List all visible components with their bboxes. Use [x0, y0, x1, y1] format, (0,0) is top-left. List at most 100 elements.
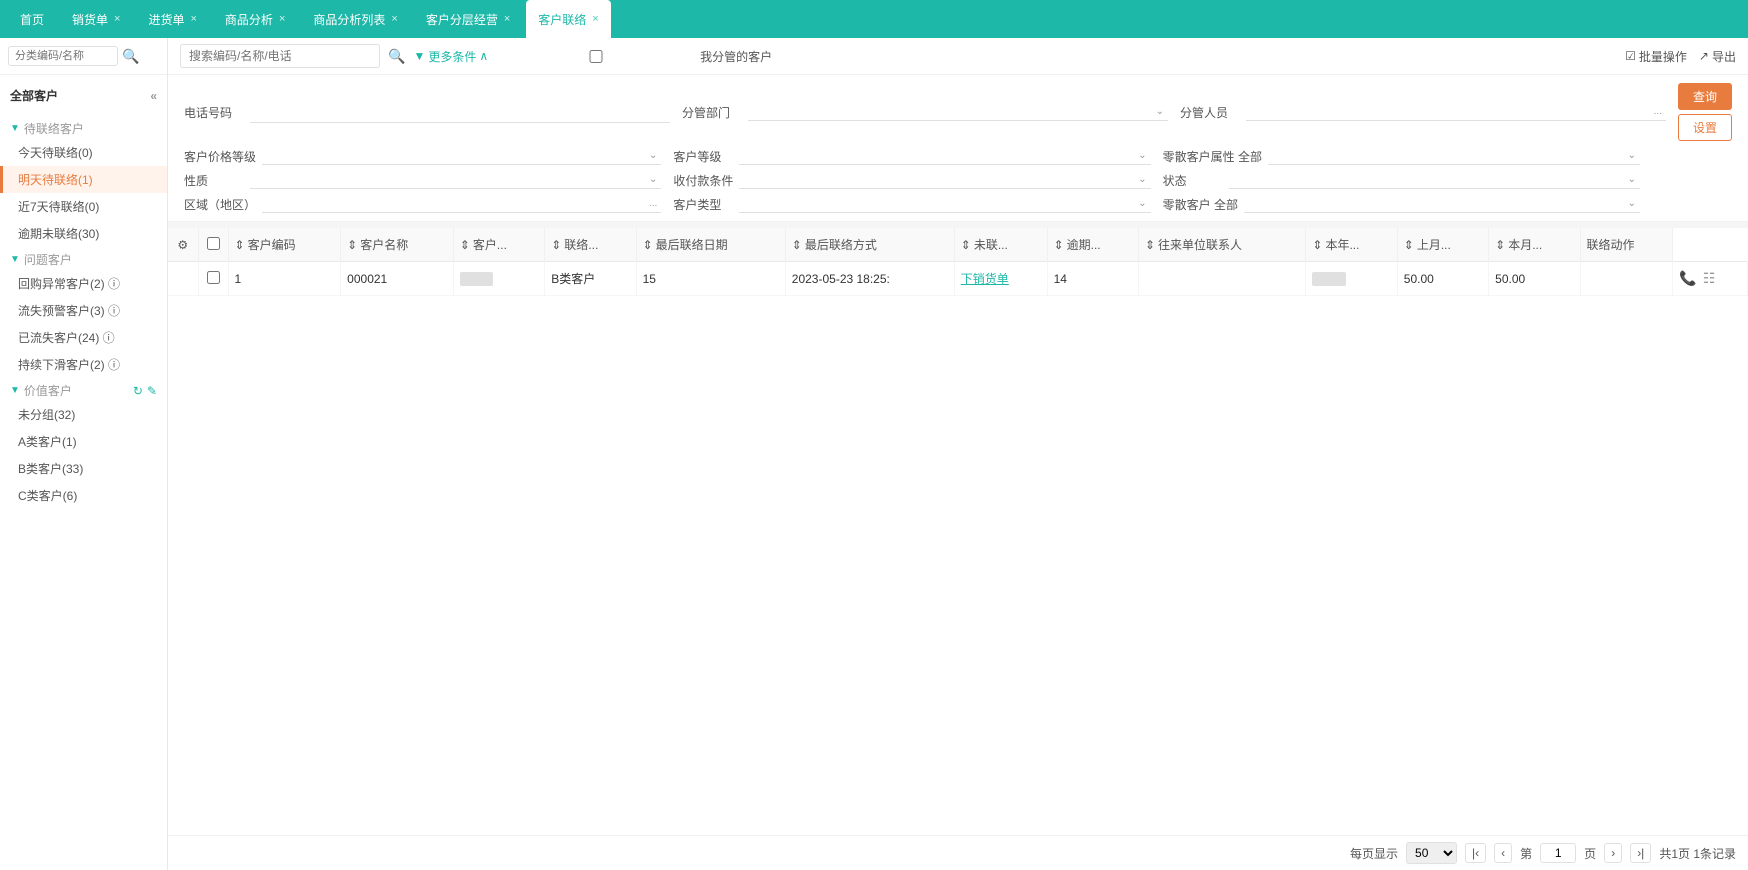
batch-op-btn[interactable]: ☑ 批量操作 [1625, 48, 1687, 65]
nav-close-sales[interactable]: × [114, 13, 120, 25]
th-this-month: ⇕本月... [1489, 228, 1580, 262]
filter-retail-attr-select[interactable]: ⌄ [1268, 147, 1640, 165]
main-search-icon[interactable]: 🔍 [388, 48, 405, 65]
filter-dept-select[interactable]: ⌄ [748, 103, 1168, 121]
nav-close-customer-tier[interactable]: × [504, 13, 510, 25]
sidebar-group-pending[interactable]: ▼ 待联络客户 [0, 116, 167, 139]
sidebar-item-ungrouped[interactable]: 未分组(32) [0, 401, 167, 428]
nav-close-product-analysis[interactable]: × [279, 13, 285, 25]
th-code-sort[interactable]: ⇕ [235, 238, 245, 252]
page-input[interactable] [1540, 843, 1576, 863]
th-check[interactable] [198, 228, 228, 262]
th-uncontacted: ⇕未联... [954, 228, 1047, 262]
sidebar-group-value[interactable]: ▼ 价值客户 ↻ ✎ [0, 378, 167, 401]
select-all-checkbox[interactable] [207, 237, 220, 250]
sidebar-search-input[interactable] [8, 46, 118, 66]
per-page-select[interactable]: 50 20 100 [1406, 842, 1457, 864]
sidebar-item-class-c[interactable]: C类客户(6) [0, 482, 167, 509]
sidebar-item-churn-warning[interactable]: 流失预警客户(3) ⓘ [0, 297, 167, 324]
row-checkbox[interactable] [207, 271, 220, 284]
my-customer-filter[interactable]: 我分管的客户 [496, 48, 772, 65]
value-refresh-icon[interactable]: ↻ [133, 384, 143, 398]
sidebar-item-overdue[interactable]: 逾期未联络(30) [0, 220, 167, 247]
sidebar-item-class-a[interactable]: A类客户(1) [0, 428, 167, 455]
sidebar-item-tomorrow[interactable]: 明天待联络(1) [0, 166, 167, 193]
th-this-year-sort[interactable]: ⇕ [1312, 238, 1322, 252]
sidebar-group-value-arrow: ▼ [10, 385, 20, 396]
td-last-method-link[interactable]: 下销货单 [961, 272, 1009, 286]
next-page-btn[interactable]: › [1604, 843, 1622, 863]
th-last-date-sort[interactable]: ⇕ [643, 238, 653, 252]
table-row: 1 000021 B类客户 15 2023-05-23 18:25: 下销货单 … [168, 262, 1748, 296]
total-label: 共1页 1条记录 [1659, 845, 1736, 862]
first-page-btn[interactable]: |‹ [1465, 843, 1486, 863]
nav-item-product-analysis-list[interactable]: 商品分析列表 × [301, 0, 409, 38]
nav-item-purchase[interactable]: 进货单 × [136, 0, 208, 38]
th-overdue-sort[interactable]: ⇕ [1054, 238, 1064, 252]
th-contact-person-label: 往来单位联系人 [1158, 236, 1242, 253]
sidebar-item-repurchase-anomaly[interactable]: 回购异常客户(2) ⓘ [0, 270, 167, 297]
prev-page-btn[interactable]: ‹ [1494, 843, 1512, 863]
filter-nature-select[interactable]: ⌄ [250, 171, 661, 189]
filter-customer-type-select[interactable]: ⌄ [739, 195, 1150, 213]
th-code: ⇕客户编码 [228, 228, 341, 262]
nav-item-sales[interactable]: 销货单 × [60, 0, 132, 38]
last-page-btn[interactable]: ›| [1630, 843, 1651, 863]
filter-region-select[interactable]: ... [262, 195, 661, 213]
filter-phone-label: 电话号码 [184, 104, 244, 121]
filter-nature-label: 性质 [184, 172, 244, 189]
main-search-input[interactable] [180, 44, 380, 68]
th-settings[interactable]: ⚙ [168, 228, 198, 262]
sidebar-group-problems[interactable]: ▼ 问题客户 [0, 247, 167, 270]
filter-arrow-icon: ∧ [479, 49, 488, 63]
filter-phone-input[interactable] [250, 102, 670, 123]
export-icon: ↗ [1699, 49, 1709, 63]
th-contact-person-sort[interactable]: ⇕ [1145, 238, 1155, 252]
nav-close-purchase[interactable]: × [190, 13, 196, 25]
filter-retail-chevron: ⌄ [1628, 198, 1636, 209]
filter-status-select[interactable]: ⌄ [1229, 171, 1640, 189]
filter-price-level-select[interactable]: ⌄ [262, 147, 661, 165]
nav-item-customer-tier[interactable]: 客户分层经营 × [414, 0, 522, 38]
th-uncontacted-sort[interactable]: ⇕ [961, 238, 971, 252]
sidebar-item-7days[interactable]: 近7天待联络(0) [0, 193, 167, 220]
query-button[interactable]: 查询 [1678, 83, 1732, 110]
my-customer-checkbox[interactable] [496, 50, 696, 63]
nav-close-customer-contact[interactable]: × [592, 13, 598, 25]
th-last-method-label: 最后联络方式 [805, 236, 877, 253]
th-name-sort[interactable]: ⇕ [347, 238, 357, 252]
filter-price-level-label: 客户价格等级 [184, 148, 256, 165]
filter-retail-select[interactable]: ⌄ [1244, 195, 1640, 213]
td-last-method[interactable]: 下销货单 [954, 262, 1047, 296]
value-edit-icon[interactable]: ✎ [147, 384, 157, 398]
sidebar-search-icon[interactable]: 🔍 [122, 48, 139, 65]
nav-item-product-analysis[interactable]: 商品分析 × [213, 0, 297, 38]
td-check[interactable] [198, 262, 228, 296]
top-navigation: 首页 销货单 × 进货单 × 商品分析 × 商品分析列表 × 客户分层经营 × … [0, 0, 1748, 38]
sidebar-all-customers[interactable]: 全部客户 « [0, 81, 167, 110]
action-grid-icon[interactable]: ☷ [1703, 270, 1716, 287]
filter-customer-level-select[interactable]: ⌄ [739, 147, 1150, 165]
th-contacts-label: 联络... [564, 236, 598, 253]
sidebar-item-declining[interactable]: 持续下滑客户(2) ⓘ [0, 351, 167, 378]
sidebar-item-class-b[interactable]: B类客户(33) [0, 455, 167, 482]
th-last-method-sort[interactable]: ⇕ [792, 238, 802, 252]
filter-person-select[interactable]: ... [1246, 103, 1666, 121]
sidebar-item-churned[interactable]: 已流失客户(24) ⓘ [0, 324, 167, 351]
content-area: 🔍 ▼ 更多条件 ∧ 我分管的客户 ☑ 批量操作 ↗ 导出 [168, 38, 1748, 870]
more-filter-btn[interactable]: ▼ 更多条件 ∧ [413, 48, 488, 65]
action-phone-icon[interactable]: 📞 [1679, 270, 1696, 287]
nav-close-product-analysis-list[interactable]: × [391, 13, 397, 25]
th-last-month-sort[interactable]: ⇕ [1404, 238, 1414, 252]
nav-item-home[interactable]: 首页 [8, 0, 56, 38]
sidebar: 🔍 全部客户 « ▼ 待联络客户 今天待联络(0) 明天待联络(1) 近7天待联… [0, 38, 168, 870]
filter-payment-select[interactable]: ⌄ [739, 171, 1150, 189]
reset-button[interactable]: 设置 [1678, 114, 1732, 141]
export-btn[interactable]: ↗ 导出 [1699, 48, 1736, 65]
th-this-month-sort[interactable]: ⇕ [1495, 238, 1505, 252]
nav-item-customer-contact[interactable]: 客户联络 × [526, 0, 610, 38]
th-contacts-sort[interactable]: ⇕ [551, 238, 561, 252]
th-type-label: 客户... [473, 236, 507, 253]
th-type-sort[interactable]: ⇕ [460, 238, 470, 252]
sidebar-item-today[interactable]: 今天待联络(0) [0, 139, 167, 166]
